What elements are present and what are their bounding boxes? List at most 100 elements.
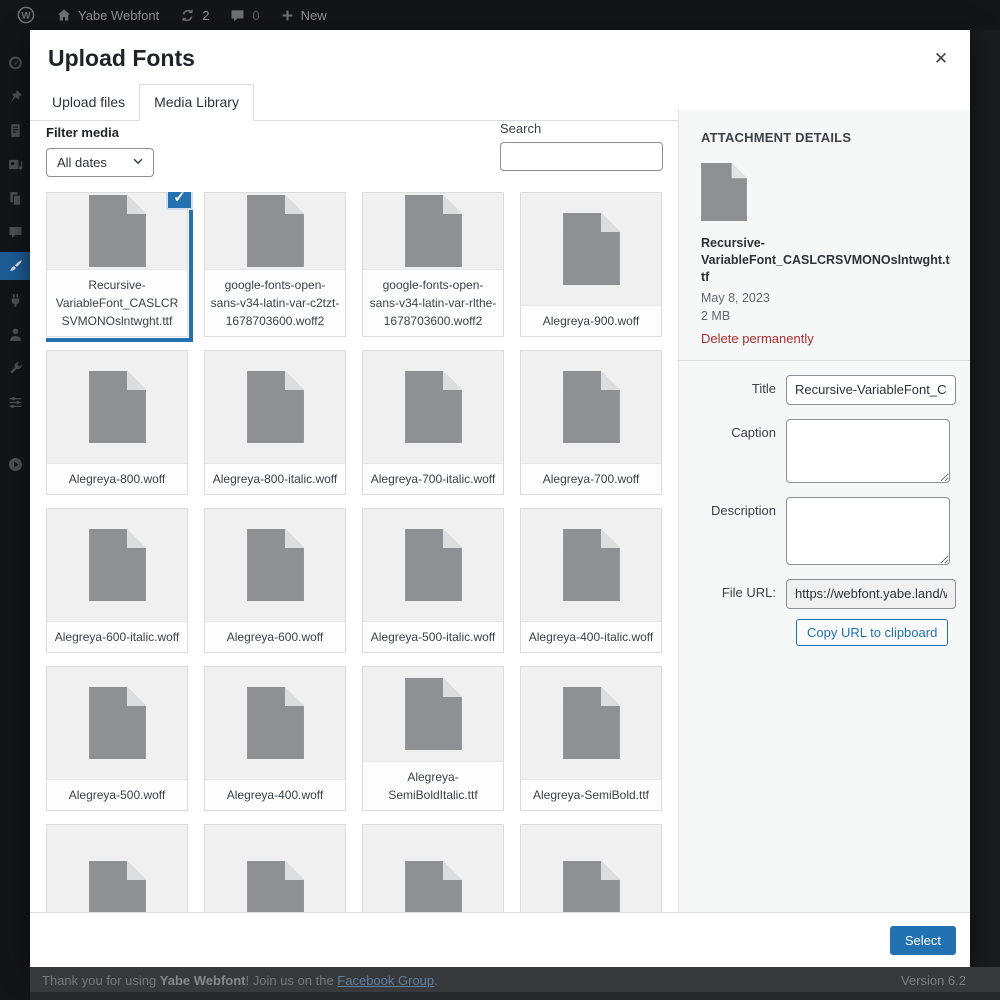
webfont-brush-icon-active[interactable] — [0, 252, 30, 280]
file-icon — [205, 825, 345, 912]
media-grid: Recursive-VariableFont_CASLCRSVMONOslntw… — [46, 192, 662, 912]
media-item[interactable]: Alegreya-600-italic.woff — [46, 508, 188, 653]
footer-thanks-prefix: Thank you for using — [42, 973, 160, 988]
modal-footer-toolbar: Select — [30, 912, 970, 967]
file-url-field[interactable] — [786, 578, 956, 609]
file-icon — [205, 509, 345, 621]
new-menu[interactable]: New — [272, 0, 335, 30]
media-item[interactable]: Alegreya-500-italic.woff — [362, 508, 504, 653]
admin-sidebar — [0, 30, 30, 1000]
attachment-file-icon — [701, 163, 950, 221]
media-item[interactable]: Alegreya-700-italic.woff — [362, 350, 504, 495]
media-item-filename: Alegreya-700-italic.woff — [363, 463, 503, 494]
media-item[interactable]: google-fonts-open-sans-v34-latin-var-rlt… — [362, 192, 504, 337]
media-item-filename: Alegreya-500-italic.woff — [363, 621, 503, 652]
media-item-filename: Alegreya-600-italic.woff — [47, 621, 187, 652]
dashboard-icon[interactable] — [0, 48, 30, 76]
select-button[interactable]: Select — [889, 925, 956, 955]
media-item[interactable]: google-fonts-open-sans-v34-latin-var-c2t… — [204, 192, 346, 337]
copy-url-button[interactable]: Copy URL to clipboard — [796, 618, 949, 646]
media-item-filename: Alegreya-500.woff — [47, 779, 187, 810]
attachment-filename: Recursive-VariableFont_CASLCRSVMONOslntw… — [701, 236, 950, 284]
admin-bar: W Yabe Webfont 2 0 New — [0, 0, 1000, 30]
media-toolbar: Filter media All dates Search — [30, 115, 678, 192]
settings-sliders-icon[interactable] — [0, 388, 30, 416]
modal-title: Upload Fonts — [48, 45, 195, 71]
caption-field[interactable] — [786, 418, 950, 483]
file-icon — [521, 193, 661, 305]
media-item-filename: Alegreya-400-italic.woff — [521, 621, 661, 652]
users-icon[interactable] — [0, 320, 30, 348]
upload-fonts-modal: Upload Fonts ✕ Upload files Media Librar… — [30, 30, 970, 967]
plugins-icon[interactable] — [0, 286, 30, 314]
collapse-menu-icon[interactable] — [0, 450, 30, 478]
media-item[interactable] — [204, 824, 346, 912]
file-icon — [521, 825, 661, 912]
wordpress-menu[interactable]: W — [8, 0, 44, 30]
footer-bottom-strip — [30, 992, 1000, 1000]
attachment-details-panel: ATTACHMENT DETAILS Recursive-VariableFon… — [678, 110, 970, 912]
updates-count: 2 — [202, 7, 210, 23]
media-item[interactable]: Recursive-VariableFont_CASLCRSVMONOslntw… — [46, 192, 193, 337]
attachment-details-heading: ATTACHMENT DETAILS — [701, 130, 852, 145]
site-name: Yabe Webfont — [78, 7, 160, 23]
comment-bubble-icon — [229, 7, 246, 24]
attachment-filesize: 2 MB — [701, 308, 731, 323]
chevron-down-icon — [131, 154, 145, 171]
file-icon — [205, 351, 345, 463]
title-field[interactable] — [786, 374, 956, 405]
file-icon — [363, 193, 503, 269]
updates-menu[interactable]: 2 — [171, 0, 217, 30]
media-item-filename: Alegreya-SemiBold.ttf — [521, 779, 661, 810]
pin-icon[interactable] — [0, 82, 30, 110]
media-item-filename: google-fonts-open-sans-v34-latin-var-c2t… — [205, 269, 345, 336]
tools-wrench-icon[interactable] — [0, 354, 30, 382]
media-item[interactable]: Alegreya-500.woff — [46, 666, 188, 811]
media-item[interactable]: Alegreya-700.woff — [520, 350, 662, 495]
media-item-filename: Recursive-VariableFont_CASLCRSVMONOslntw… — [47, 269, 187, 336]
media-icon[interactable] — [0, 150, 30, 178]
media-item-filename: Alegreya-600.woff — [205, 621, 345, 652]
details-divider — [679, 359, 970, 361]
media-item[interactable]: Alegreya-400.woff — [204, 666, 346, 811]
file-icon — [521, 667, 661, 779]
media-item[interactable]: Alegreya-400-italic.woff — [520, 508, 662, 653]
description-field-label: Description — [710, 502, 776, 518]
delete-permanently-link[interactable]: Delete permanently — [701, 331, 814, 346]
footer-thanks: Thank you for using Yabe Webfont! Join u… — [42, 973, 438, 988]
facebook-group-link[interactable]: Facebook Group — [337, 973, 434, 988]
media-item[interactable]: Alegreya-SemiBoldItalic.ttf — [362, 666, 504, 811]
file-icon — [47, 667, 187, 779]
media-item-filename: Alegreya-800-italic.woff — [205, 463, 345, 494]
new-label: New — [300, 7, 327, 23]
media-item[interactable] — [520, 824, 662, 912]
file-icon — [47, 351, 187, 463]
media-item[interactable] — [362, 824, 504, 912]
footer-thanks-suffix: . — [434, 973, 438, 988]
post-document-icon[interactable] — [0, 116, 30, 144]
media-item[interactable]: Alegreya-800-italic.woff — [204, 350, 346, 495]
media-item-filename: Alegreya-700.woff — [521, 463, 661, 494]
media-item-filename: Alegreya-400.woff — [205, 779, 345, 810]
media-item-filename: Alegreya-800.woff — [47, 463, 187, 494]
comments-menu[interactable]: 0 — [221, 0, 267, 30]
pages-icon[interactable] — [0, 184, 30, 212]
media-item[interactable]: Alegreya-600.woff — [204, 508, 346, 653]
svg-text:W: W — [22, 11, 31, 22]
close-icon[interactable]: ✕ — [926, 44, 956, 74]
search-input[interactable] — [500, 142, 663, 171]
date-filter-value: All dates — [57, 155, 107, 170]
date-filter-select[interactable]: All dates — [46, 148, 154, 177]
media-item[interactable]: Alegreya-SemiBold.ttf — [520, 666, 662, 811]
media-item[interactable]: Alegreya-800.woff — [46, 350, 188, 495]
comments-icon[interactable] — [0, 218, 30, 246]
media-frame-content: Filter media All dates Search Recursive-… — [30, 115, 678, 912]
media-item[interactable]: Alegreya-900.woff — [520, 192, 662, 337]
home-icon — [56, 7, 72, 23]
file-icon — [363, 351, 503, 463]
media-item[interactable] — [46, 824, 188, 912]
description-field[interactable] — [786, 496, 950, 565]
site-menu[interactable]: Yabe Webfont — [48, 0, 167, 30]
file-icon — [47, 509, 187, 621]
file-icon — [521, 351, 661, 463]
